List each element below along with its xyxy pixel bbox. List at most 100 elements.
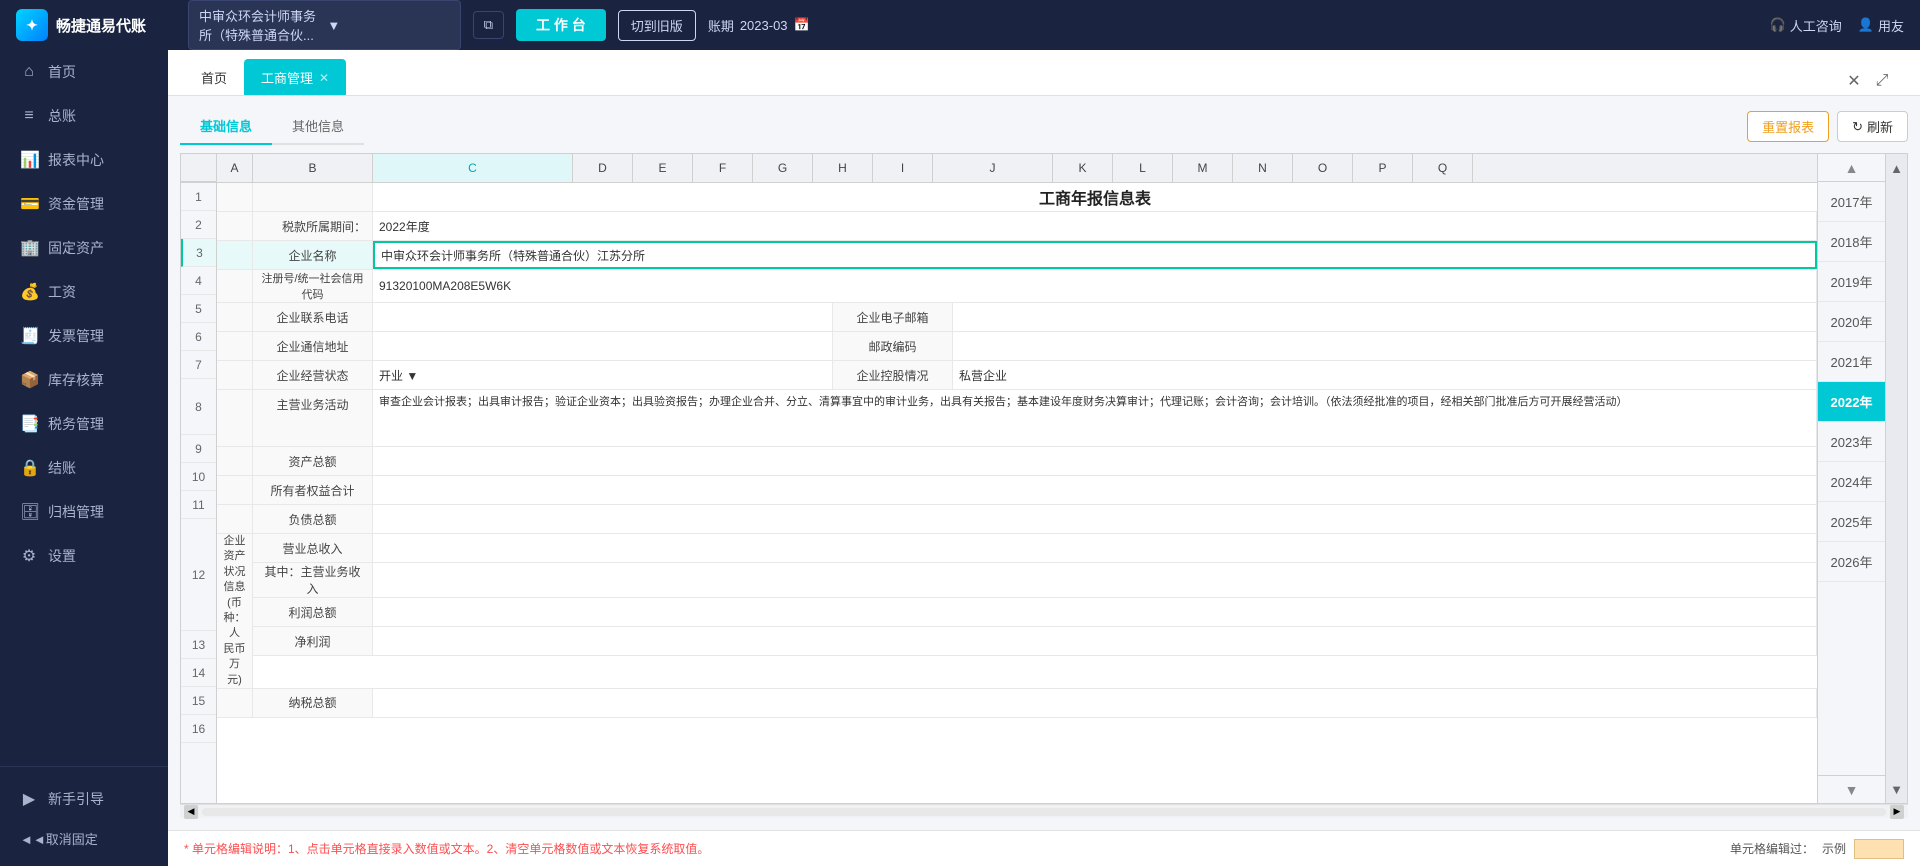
year-item-2020[interactable]: 2020年 — [1818, 302, 1885, 342]
cell-8-B[interactable]: 主营业务活动 — [253, 390, 373, 446]
row-num-7: 7 — [181, 351, 216, 379]
cell-6-A[interactable] — [217, 332, 253, 360]
cell-16-A[interactable] — [217, 689, 253, 717]
cell-9-A[interactable] — [217, 447, 253, 475]
year-panel-down-arrow[interactable]: ▼ — [1845, 782, 1859, 798]
sidebar-item-salary[interactable]: 💰 工资 — [0, 270, 168, 314]
sidebar-item-guide[interactable]: ▶ 新手引导 — [0, 777, 168, 821]
cell-12-B[interactable]: 营业总收入 — [253, 534, 373, 562]
collapse-arrow-up[interactable]: ▲ — [1886, 154, 1907, 182]
year-panel-up-arrow[interactable]: ▲ — [1845, 160, 1859, 176]
sidebar-item-invoice[interactable]: 🧾 发票管理 — [0, 314, 168, 358]
hscroll-left-btn[interactable]: ◀ — [184, 805, 198, 819]
cell-2-A[interactable] — [217, 212, 253, 240]
year-item-2017[interactable]: 2017年 — [1818, 182, 1885, 222]
sidebar-item-assets[interactable]: 🏢 固定资产 — [0, 226, 168, 270]
year-item-2019[interactable]: 2019年 — [1818, 262, 1885, 302]
sidebar-item-ledger[interactable]: ≡ 总账 — [0, 94, 168, 138]
cell-10-C[interactable] — [373, 476, 1817, 504]
sidebar-bottom: ▶ 新手引导 ◄◄取消固定 — [0, 766, 168, 866]
collapse-arrow-down[interactable]: ▼ — [1886, 775, 1907, 803]
row-num-9: 9 — [181, 435, 216, 463]
tab-industrial[interactable]: 工商管理 ✕ — [244, 59, 346, 95]
cell-7-C[interactable]: 开业 ▼ — [373, 361, 833, 389]
year-item-2025[interactable]: 2025年 — [1818, 502, 1885, 542]
cell-2-B[interactable]: 税款所属期间： — [253, 212, 373, 240]
cell-14-C[interactable] — [373, 598, 1817, 626]
workbench-button[interactable]: 工 作 台 — [516, 9, 606, 41]
cell-8-C[interactable]: 审查企业会计报表；出具审计报告；验证企业资本；出具验资报告；办理企业合并、分立、… — [373, 390, 1817, 446]
cell-6-K[interactable] — [953, 332, 1817, 360]
sidebar-item-inventory[interactable]: 📦 库存核算 — [0, 358, 168, 402]
cell-14-B[interactable]: 利润总额 — [253, 598, 373, 626]
cell-11-B[interactable]: 负债总额 — [253, 505, 373, 533]
cell-5-C[interactable] — [373, 303, 833, 331]
user-avatar[interactable]: 👤 用友 — [1858, 16, 1904, 35]
year-item-2018[interactable]: 2018年 — [1818, 222, 1885, 262]
cell-8-A[interactable] — [217, 390, 253, 446]
sidebar-item-fund[interactable]: 💳 资金管理 — [0, 182, 168, 226]
cell-13-C[interactable] — [373, 563, 1817, 597]
sidebar-item-home[interactable]: ⌂ 首页 — [0, 50, 168, 94]
table-row: 负债总额 — [217, 505, 1817, 534]
reset-report-button[interactable]: 重置报表 — [1747, 111, 1829, 142]
cell-1-A[interactable] — [217, 183, 253, 211]
cell-11-A[interactable] — [217, 505, 253, 533]
refresh-button[interactable]: ↻ 刷新 — [1837, 111, 1908, 142]
cell-6-C[interactable] — [373, 332, 833, 360]
cell-16-B[interactable]: 纳税总额 — [253, 689, 373, 717]
cell-5-K[interactable] — [953, 303, 1817, 331]
fullscreen-button[interactable]: ⤢ — [1868, 67, 1896, 95]
hscroll-right-btn[interactable]: ▶ — [1890, 805, 1904, 819]
cell-4-A[interactable] — [217, 270, 253, 302]
cell-4-C[interactable]: 91320100MA208E5W6K — [373, 270, 1817, 302]
cell-5-B[interactable]: 企业联系电话 — [253, 303, 373, 331]
cell-12-C[interactable] — [373, 534, 1817, 562]
tab-close-icon[interactable]: ✕ — [319, 71, 329, 85]
cell-9-C[interactable] — [373, 447, 1817, 475]
sidebar-item-settings[interactable]: ⚙ 设置 — [0, 534, 168, 578]
cell-16-C[interactable] — [373, 689, 1817, 717]
sidebar-label-fund: 资金管理 — [48, 194, 104, 214]
cell-5-A[interactable] — [217, 303, 253, 331]
sidebar-item-report[interactable]: 📊 报表中心 — [0, 138, 168, 182]
sidebar-item-archive[interactable]: 🗄 归档管理 — [0, 490, 168, 534]
year-item-2022[interactable]: 2022年 — [1818, 382, 1885, 422]
cell-7-B[interactable]: 企业经营状态 — [253, 361, 373, 389]
cell-3-C[interactable]: 中审众环会计师事务所（特殊普通合伙）江苏分所 — [373, 241, 1817, 269]
cell-7-A[interactable] — [217, 361, 253, 389]
cell-1-B[interactable] — [253, 183, 373, 211]
cell-15-B[interactable]: 净利润 — [253, 627, 373, 655]
sub-tab-other-label: 其他信息 — [292, 119, 344, 134]
year-item-2023[interactable]: 2023年 — [1818, 422, 1885, 462]
cell-3-B[interactable]: 企业名称 — [253, 241, 373, 269]
sub-tab-basic[interactable]: 基础信息 — [180, 108, 272, 145]
cell-7-K[interactable]: 私营企业 — [953, 361, 1817, 389]
year-item-2026[interactable]: 2026年 — [1818, 542, 1885, 582]
company-selector[interactable]: 中审众环会计师事务所（特殊普通合伙... ▼ — [188, 0, 461, 50]
copy-button[interactable]: ⧉ — [473, 11, 504, 39]
cell-4-B[interactable]: 注册号/统一社会信用代码 — [253, 270, 373, 302]
year-item-2024[interactable]: 2024年 — [1818, 462, 1885, 502]
cell-10-B[interactable]: 所有者权益合计 — [253, 476, 373, 504]
year-item-2021[interactable]: 2021年 — [1818, 342, 1885, 382]
service-button[interactable]: 🎧 人工咨询 — [1770, 16, 1842, 35]
cell-9-B[interactable]: 资产总额 — [253, 447, 373, 475]
cell-3-A[interactable] — [217, 241, 253, 269]
sidebar-item-tax[interactable]: 📑 税务管理 — [0, 402, 168, 446]
row-num-13: 13 — [181, 631, 216, 659]
sidebar-pin-button[interactable]: ◄◄取消固定 — [0, 821, 168, 856]
cell-13-B[interactable]: 其中：主营业务收入 — [253, 563, 373, 597]
calendar-icon[interactable]: 📅 — [794, 17, 810, 33]
cell-15-C[interactable] — [373, 627, 1817, 655]
cell-11-C[interactable] — [373, 505, 1817, 533]
sub-tab-other[interactable]: 其他信息 — [272, 108, 364, 145]
close-window-button[interactable]: ✕ — [1840, 67, 1868, 95]
cell-6-B[interactable]: 企业通信地址 — [253, 332, 373, 360]
sidebar-item-close[interactable]: 🔒 结账 — [0, 446, 168, 490]
cell-10-A[interactable] — [217, 476, 253, 504]
switch-version-button[interactable]: 切到旧版 — [618, 10, 696, 41]
hscroll-track[interactable] — [202, 808, 1886, 816]
tab-home[interactable]: 首页 — [184, 59, 244, 95]
cell-2-C[interactable]: 2022年度 — [373, 212, 1817, 240]
